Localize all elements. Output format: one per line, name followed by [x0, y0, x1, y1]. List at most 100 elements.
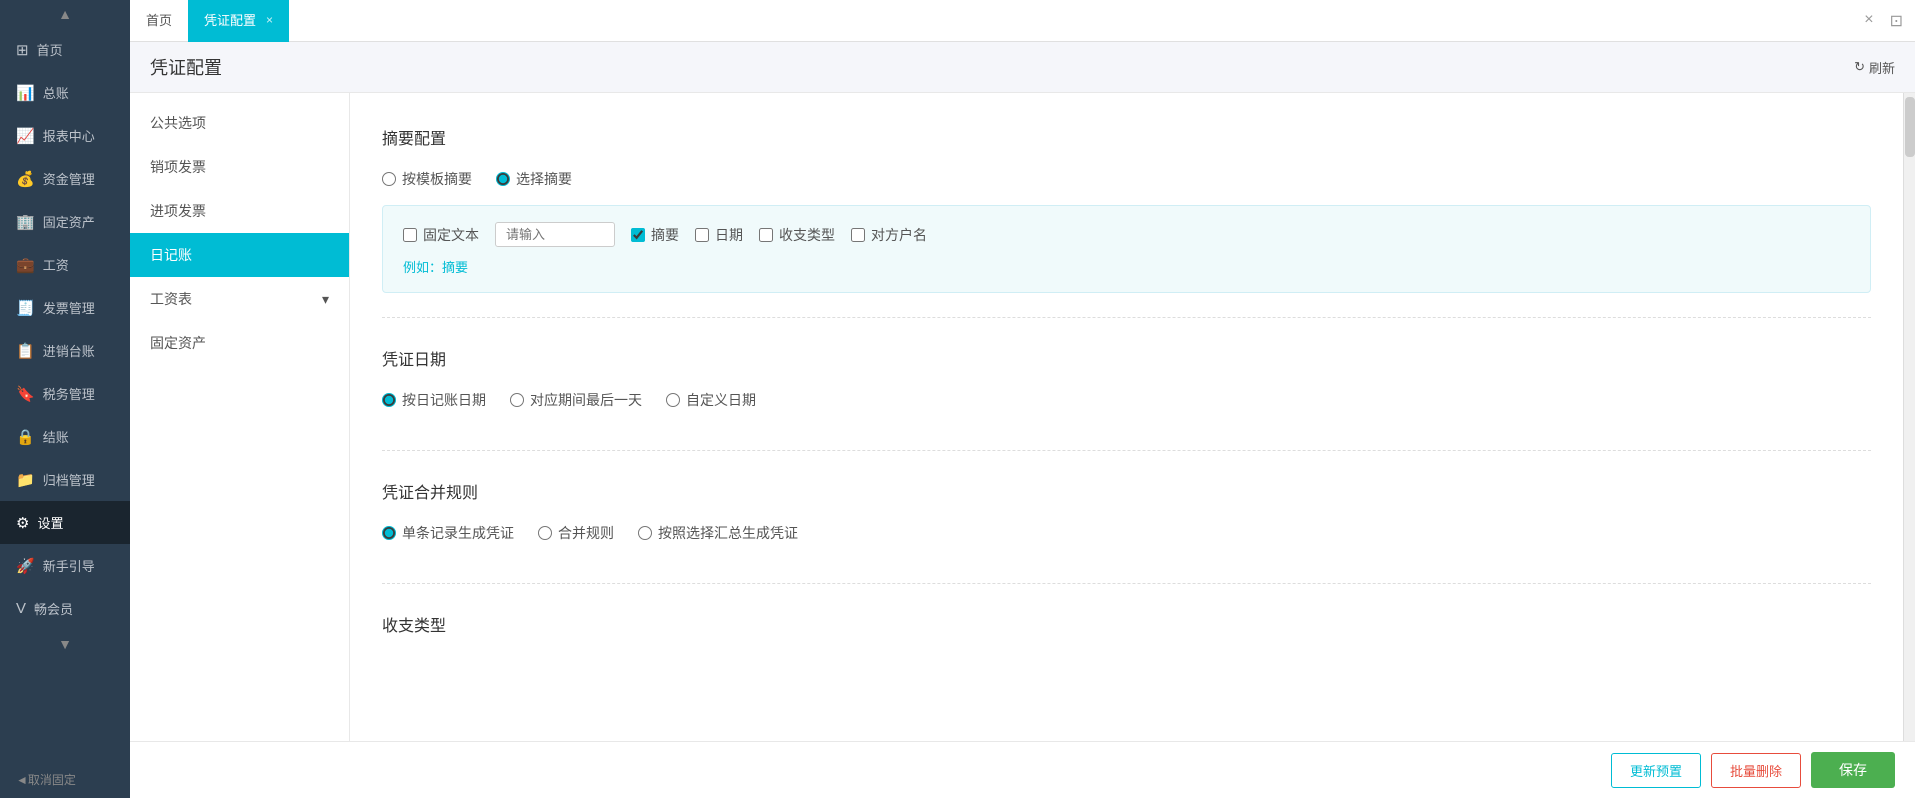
- checkbox-fixed-text-input[interactable]: [403, 228, 417, 242]
- tab-controls: × ⊡: [1860, 7, 1915, 35]
- page-body: 公共选项 销项发票 进项发票 日记账 工资表 ▾ 固定资产: [130, 93, 1915, 741]
- summary-checkbox-group: 固定文本 摘要 日期: [403, 222, 1850, 247]
- outer-scrollbar[interactable]: [1903, 93, 1915, 741]
- sidebar-item-invoice[interactable]: 🧾 发票管理: [0, 286, 130, 329]
- archive-icon: 📁: [16, 471, 35, 489]
- left-nav-purchase-invoice[interactable]: 进项发票: [130, 189, 349, 233]
- fixed-text-input[interactable]: [495, 222, 615, 247]
- bottom-bar: 更新预置 批量删除 保存: [130, 741, 1915, 798]
- save-button[interactable]: 保存: [1811, 752, 1895, 788]
- merge-radio-single[interactable]: 单条记录生成凭证: [382, 523, 514, 543]
- date-radio-custom[interactable]: 自定义日期: [666, 390, 756, 410]
- checkbox-income-type-input[interactable]: [759, 228, 773, 242]
- right-content: 摘要配置 按模板摘要 选择摘要: [350, 93, 1903, 741]
- date-radio-journal[interactable]: 按日记账日期: [382, 390, 486, 410]
- date-radio-journal-input[interactable]: [382, 393, 396, 407]
- summary-radio-select-input[interactable]: [496, 172, 510, 186]
- left-nav-public[interactable]: 公共选项: [130, 101, 349, 145]
- purchase-sales-icon: 📋: [16, 342, 35, 360]
- home-icon: ⊞: [16, 41, 29, 59]
- checkbox-fixed-text[interactable]: 固定文本: [403, 225, 479, 245]
- sidebar-unpin-button[interactable]: ◄取消固定: [0, 761, 130, 798]
- tab-voucher-config[interactable]: 凭证配置 ×: [188, 0, 289, 42]
- update-preview-button[interactable]: 更新预置: [1611, 753, 1701, 788]
- summary-radio-template[interactable]: 按模板摘要: [382, 169, 472, 189]
- sidebar-item-member[interactable]: V 畅会员: [0, 587, 130, 630]
- refresh-button[interactable]: ↻ 刷新: [1854, 58, 1895, 77]
- tab-bar: 首页 凭证配置 × × ⊡: [130, 0, 1915, 42]
- invoice-icon: 🧾: [16, 299, 35, 317]
- checkbox-date[interactable]: 日期: [695, 225, 743, 245]
- sidebar-scroll-down[interactable]: ▼: [0, 630, 130, 658]
- sidebar-scroll-up[interactable]: ▲: [0, 0, 130, 28]
- salary-icon: 💼: [16, 256, 35, 274]
- closing-icon: 🔒: [16, 428, 35, 446]
- summary-section-title: 摘要配置: [382, 125, 1871, 149]
- checkbox-summary-input[interactable]: [631, 228, 645, 242]
- sidebar-item-archive[interactable]: 📁 归档管理: [0, 458, 130, 501]
- left-nav: 公共选项 销项发票 进项发票 日记账 工资表 ▾ 固定资产: [130, 93, 350, 741]
- sidebar: ▲ ⊞ 首页 📊 总账 📈 报表中心 💰 资金管理 🏢 固定资产 💼 工资 🧾 …: [0, 0, 130, 798]
- merge-radio-group: 单条记录生成凭证 合并规则 按照选择汇总生成凭证: [382, 523, 1871, 543]
- merge-section-title: 凭证合并规则: [382, 479, 1871, 503]
- summary-radio-template-input[interactable]: [382, 172, 396, 186]
- left-nav-fixed-assets[interactable]: 固定资产: [130, 321, 349, 365]
- merge-radio-single-input[interactable]: [382, 526, 396, 540]
- sidebar-item-assets[interactable]: 🏢 固定资产: [0, 200, 130, 243]
- reports-icon: 📈: [16, 127, 35, 145]
- date-radio-last-day-input[interactable]: [510, 393, 524, 407]
- left-nav-payroll[interactable]: 工资表 ▾: [130, 277, 349, 321]
- merge-section: 凭证合并规则 单条记录生成凭证 合并规则 按照选择汇总生成凭证: [382, 471, 1871, 584]
- scrollbar-thumb: [1905, 97, 1915, 157]
- checkbox-summary[interactable]: 摘要: [631, 225, 679, 245]
- tab-home[interactable]: 首页: [130, 0, 188, 42]
- sidebar-item-salary[interactable]: 💼 工资: [0, 243, 130, 286]
- tab-restore-icon[interactable]: ⊡: [1886, 7, 1907, 35]
- guide-icon: 🚀: [16, 557, 35, 575]
- checkbox-income-type[interactable]: 收支类型: [759, 225, 835, 245]
- summary-radio-group: 按模板摘要 选择摘要: [382, 169, 1871, 189]
- date-section: 凭证日期 按日记账日期 对应期间最后一天 自定义日期: [382, 338, 1871, 451]
- sidebar-item-home[interactable]: ⊞ 首页: [0, 28, 130, 71]
- tab-close-window-icon[interactable]: ×: [1860, 7, 1877, 35]
- batch-delete-button[interactable]: 批量删除: [1711, 753, 1801, 788]
- date-radio-last-day[interactable]: 对应期间最后一天: [510, 390, 642, 410]
- sidebar-item-purchase-sales[interactable]: 📋 进销台账: [0, 329, 130, 372]
- sidebar-item-tax[interactable]: 🔖 税务管理: [0, 372, 130, 415]
- sidebar-item-guide[interactable]: 🚀 新手引导: [0, 544, 130, 587]
- sidebar-item-reports[interactable]: 📈 报表中心: [0, 114, 130, 157]
- page-header: 凭证配置 ↻ 刷新: [130, 42, 1915, 93]
- merge-radio-rule-input[interactable]: [538, 526, 552, 540]
- summary-example-text: 例如：摘要: [403, 257, 1850, 276]
- sidebar-item-funds[interactable]: 💰 资金管理: [0, 157, 130, 200]
- page-title: 凭证配置: [150, 54, 222, 80]
- checkbox-date-input[interactable]: [695, 228, 709, 242]
- settings-icon: ⚙: [16, 514, 29, 532]
- assets-icon: 🏢: [16, 213, 35, 231]
- date-radio-custom-input[interactable]: [666, 393, 680, 407]
- summary-radio-select[interactable]: 选择摘要: [496, 169, 572, 189]
- date-section-title: 凭证日期: [382, 346, 1871, 370]
- ledger-icon: 📊: [16, 84, 35, 102]
- income-type-section: 收支类型: [382, 604, 1871, 680]
- sidebar-item-closing[interactable]: 🔒 结账: [0, 415, 130, 458]
- date-radio-group: 按日记账日期 对应期间最后一天 自定义日期: [382, 390, 1871, 410]
- merge-radio-select[interactable]: 按照选择汇总生成凭证: [638, 523, 798, 543]
- summary-config-box: 固定文本 摘要 日期: [382, 205, 1871, 293]
- page-wrapper: 凭证配置 ↻ 刷新 公共选项 销项发票 进项发票 日记账: [130, 42, 1915, 798]
- sidebar-item-settings[interactable]: ⚙ 设置: [0, 501, 130, 544]
- merge-radio-rule[interactable]: 合并规则: [538, 523, 614, 543]
- income-type-section-title: 收支类型: [382, 612, 1871, 636]
- sidebar-item-ledger[interactable]: 📊 总账: [0, 71, 130, 114]
- left-nav-sales-invoice[interactable]: 销项发票: [130, 145, 349, 189]
- main-area: 首页 凭证配置 × × ⊡ 凭证配置 ↻ 刷新 公共选项: [130, 0, 1915, 798]
- checkbox-counterpart-input[interactable]: [851, 228, 865, 242]
- funds-icon: 💰: [16, 170, 35, 188]
- refresh-icon: ↻: [1854, 59, 1865, 75]
- tab-close-icon[interactable]: ×: [266, 13, 273, 27]
- merge-radio-select-input[interactable]: [638, 526, 652, 540]
- checkbox-counterpart[interactable]: 对方户名: [851, 225, 927, 245]
- summary-section: 摘要配置 按模板摘要 选择摘要: [382, 125, 1871, 318]
- left-nav-journal[interactable]: 日记账: [130, 233, 349, 277]
- member-icon: V: [16, 600, 26, 617]
